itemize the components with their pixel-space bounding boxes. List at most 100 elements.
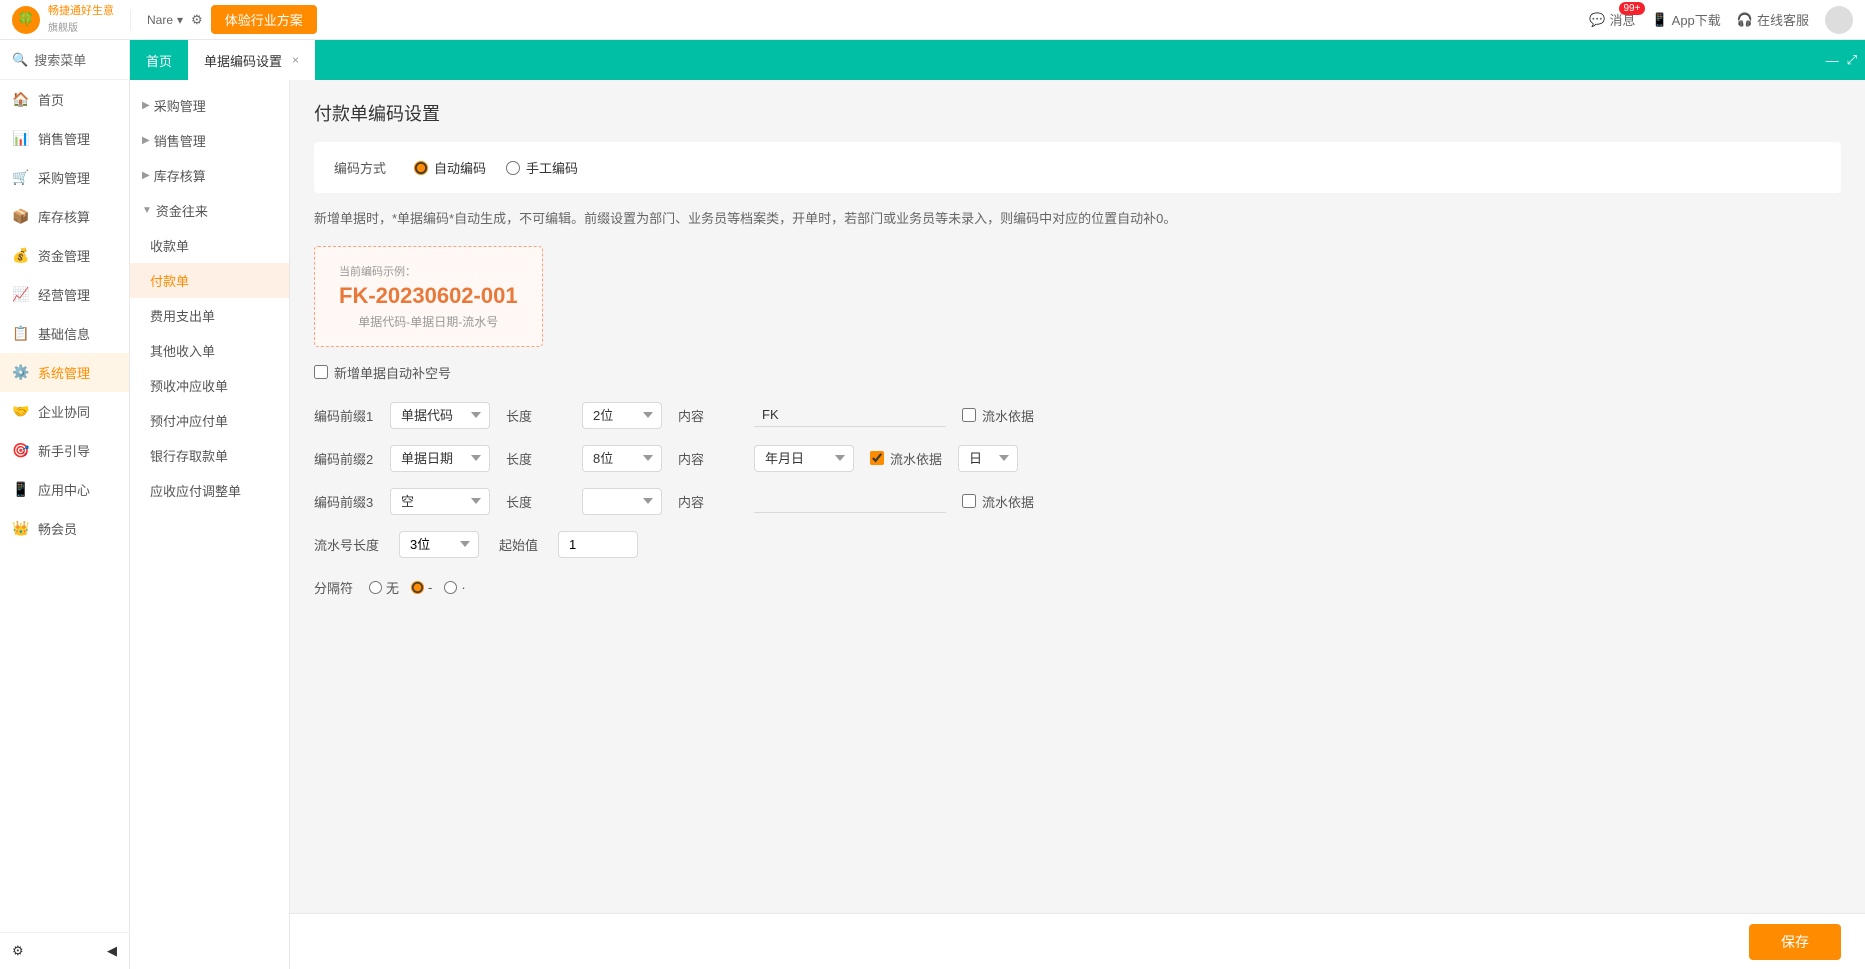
- serial-check-2: 流水依据: [870, 449, 942, 468]
- nav-item-other-income[interactable]: 其他收入单: [130, 333, 289, 368]
- sidebar-settings-icon[interactable]: ⚙: [12, 943, 24, 959]
- sep-dot-label: -: [428, 580, 432, 595]
- sidebar-item-finance[interactable]: 💰 资金管理: [0, 236, 129, 275]
- length1-select[interactable]: 2位: [582, 402, 662, 429]
- sep-radio-dot[interactable]: -: [411, 580, 432, 595]
- sep-radio-dot-input[interactable]: [411, 581, 424, 594]
- sidebar-enterprise-label: 企业协同: [38, 402, 90, 421]
- auto-code-radio-label[interactable]: 自动编码: [414, 158, 486, 177]
- nav-group-sales: ▶ 销售管理: [130, 123, 289, 158]
- sep-dot2-label: ·: [461, 580, 465, 595]
- sidebar-item-inventory[interactable]: 📦 库存核算: [0, 197, 129, 236]
- tab-maximize-icon[interactable]: ⤢: [1847, 52, 1857, 68]
- brand-sub: 旗舰版: [48, 19, 114, 34]
- inventory-icon: 📦: [12, 208, 30, 226]
- preview-desc: 单据代码-单据日期-流水号: [339, 313, 518, 330]
- user-avatar[interactable]: [1825, 6, 1853, 34]
- message-button[interactable]: 💬 消息 99+: [1589, 10, 1635, 29]
- prefix3-select[interactable]: 空: [390, 488, 490, 515]
- serial-checkbox-1[interactable]: [962, 408, 976, 422]
- serial-label-3: 流水依据: [982, 492, 1034, 511]
- nav-group-inventory-title[interactable]: ▶ 库存核算: [130, 158, 289, 193]
- prefix-row-2: 编码前缀2 单据日期 长度 8位 内容 年月日: [314, 445, 1841, 472]
- sidebar-item-home[interactable]: 🏠 首页: [0, 80, 129, 119]
- sep-radio-dot2-input[interactable]: [444, 581, 457, 594]
- tab-close-icon[interactable]: ×: [292, 53, 299, 67]
- sidebar-item-basic[interactable]: 📋 基础信息: [0, 314, 129, 353]
- nav-group-finance-title[interactable]: ▼ 资金往来: [130, 193, 289, 228]
- sidebar-item-enterprise[interactable]: 🤝 企业协同: [0, 392, 129, 431]
- sidebar-item-system[interactable]: ⚙️ 系统管理: [0, 353, 129, 392]
- workspace-dropdown[interactable]: Nare ▾: [147, 13, 183, 27]
- search-menu-button[interactable]: 🔍 搜索菜单: [0, 40, 129, 80]
- sidebar-item-operations[interactable]: 📈 经营管理: [0, 275, 129, 314]
- preview-box: 当前编码示例： FK-20230602-001 单据代码-单据日期-流水号: [314, 246, 543, 347]
- basic-icon: 📋: [12, 325, 30, 343]
- start-value-label: 起始值: [499, 535, 538, 554]
- tab-home[interactable]: 首页: [130, 40, 188, 80]
- apps-icon: 📱: [12, 481, 30, 499]
- separator-row: 分隔符 无 - ·: [314, 578, 1841, 597]
- prefix1-label: 编码前缀1: [314, 406, 374, 425]
- footer-bar: 保存: [290, 913, 1865, 969]
- nav-item-expense[interactable]: 费用支出单: [130, 298, 289, 333]
- settings-icon[interactable]: ⚙: [191, 12, 203, 28]
- serial-length-row: 流水号长度 3位 2位 4位 起始值: [314, 531, 1841, 558]
- manual-code-radio-label[interactable]: 手工编码: [506, 158, 578, 177]
- day-select[interactable]: 日 月 年: [958, 445, 1018, 472]
- tab-home-label: 首页: [146, 51, 172, 70]
- tab-doc-code[interactable]: 单据编码设置 ×: [188, 40, 315, 80]
- service-button[interactable]: 🎧 在线客服: [1737, 10, 1809, 29]
- prefix1-select[interactable]: 单据代码: [390, 402, 490, 429]
- nav-item-receipt[interactable]: 收款单: [130, 228, 289, 263]
- tabbar-actions: — ⤢: [1826, 52, 1865, 68]
- tab-minimize-icon[interactable]: —: [1826, 53, 1839, 68]
- manual-code-label: 手工编码: [526, 158, 578, 177]
- prefix2-select[interactable]: 单据日期: [390, 445, 490, 472]
- workspace-label: Nare: [147, 13, 173, 27]
- serial-length-select[interactable]: 3位 2位 4位: [399, 531, 479, 558]
- serial-length-label: 流水号长度: [314, 535, 379, 554]
- enterprise-icon: 🤝: [12, 403, 30, 421]
- sep-radio-dot2[interactable]: ·: [444, 580, 465, 595]
- save-button[interactable]: 保存: [1749, 924, 1841, 960]
- sidebar-item-guide[interactable]: 🎯 新手引导: [0, 431, 129, 470]
- sidebar: 🔍 搜索菜单 🏠 首页 📊 销售管理 🛒 采购管理 📦 库存核算 💰 资金管理 …: [0, 40, 130, 969]
- nav-item-payment[interactable]: 付款单: [130, 263, 289, 298]
- nav-arrow-finance-icon: ▼: [142, 205, 152, 216]
- tab-doc-code-label: 单据编码设置: [204, 51, 282, 70]
- length2-select[interactable]: 8位: [582, 445, 662, 472]
- auto-fill-checkbox[interactable]: [314, 365, 328, 379]
- content2-select[interactable]: 年月日: [754, 445, 854, 472]
- sidebar-item-vip[interactable]: 👑 畅会员: [0, 509, 129, 548]
- auto-code-radio[interactable]: [414, 161, 428, 175]
- manual-code-radio[interactable]: [506, 161, 520, 175]
- sidebar-item-apps[interactable]: 📱 应用中心: [0, 470, 129, 509]
- nav-group-purchase-title[interactable]: ▶ 采购管理: [130, 88, 289, 123]
- length1-label: 长度: [506, 406, 566, 425]
- app-label: App下载: [1672, 10, 1721, 29]
- info-text: 新增单据时，*单据编码*自动生成，不可编辑。前缀设置为部门、业务员等档案类，开单…: [314, 209, 1841, 230]
- nav-group-sales-title[interactable]: ▶ 销售管理: [130, 123, 289, 158]
- serial-checkbox-2[interactable]: [870, 451, 884, 465]
- serial-checkbox-3[interactable]: [962, 494, 976, 508]
- sidebar-collapse-icon[interactable]: ◀: [107, 943, 117, 959]
- purchase-icon: 🛒: [12, 169, 30, 187]
- length3-select[interactable]: [582, 488, 662, 515]
- sidebar-item-purchase[interactable]: 🛒 采购管理: [0, 158, 129, 197]
- left-nav: ▶ 采购管理 ▶ 销售管理 ▶ 库存核算: [130, 80, 290, 969]
- sidebar-purchase-label: 采购管理: [38, 168, 90, 187]
- topbar-right: 💬 消息 99+ 📱 App下载 🎧 在线客服: [1589, 6, 1853, 34]
- sep-radio-none-input[interactable]: [369, 581, 382, 594]
- start-value-input[interactable]: [558, 531, 638, 558]
- app-download-button[interactable]: 📱 App下载: [1651, 10, 1720, 29]
- nav-item-prepay-offset[interactable]: 预收冲应收单: [130, 368, 289, 403]
- nav-item-prepaid-offset[interactable]: 预付冲应付单: [130, 403, 289, 438]
- prefix3-label: 编码前缀3: [314, 492, 374, 511]
- nav-item-adjustment[interactable]: 应收应付调整单: [130, 473, 289, 508]
- service-icon: 🎧: [1737, 12, 1753, 28]
- sidebar-item-sales[interactable]: 📊 销售管理: [0, 119, 129, 158]
- nav-item-bank[interactable]: 银行存取款单: [130, 438, 289, 473]
- sep-radio-none[interactable]: 无: [369, 578, 399, 597]
- experience-button[interactable]: 体验行业方案: [211, 5, 317, 34]
